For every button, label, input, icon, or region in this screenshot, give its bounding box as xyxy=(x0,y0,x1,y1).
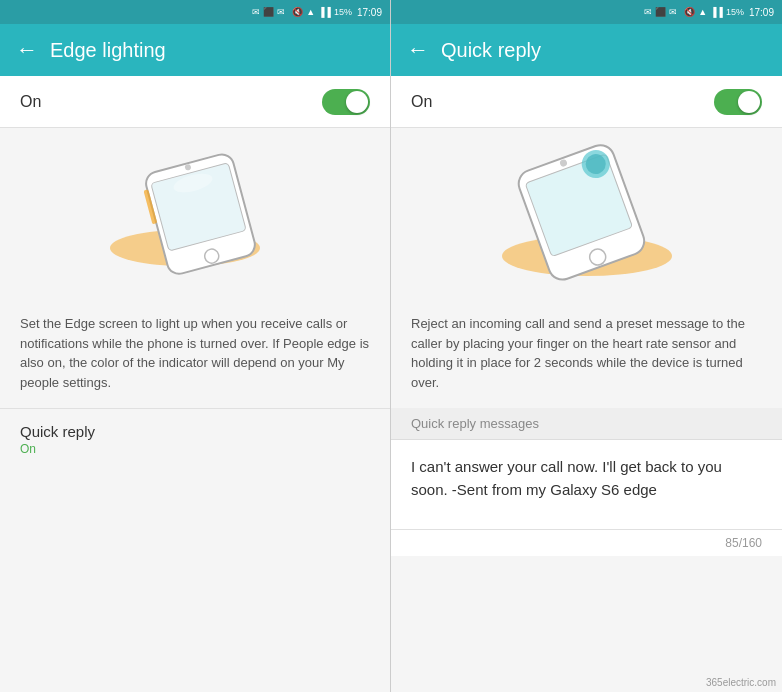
top-bar-1: ← Edge lighting xyxy=(0,24,390,76)
time-1: 17:09 xyxy=(357,7,382,18)
msg-icon: ✉ xyxy=(277,7,285,17)
toggle-row-2: On xyxy=(391,76,782,128)
quick-reply-nav-item[interactable]: Quick reply On xyxy=(0,409,390,462)
qr-message-text: I can't answer your call now. I'll get b… xyxy=(411,458,722,498)
quick-reply-panel: ✉ ⬛ ✉ 🔇 ▲ ▐▐ 15% 17:09 ← Quick reply On xyxy=(391,0,782,692)
page-title-2: Quick reply xyxy=(441,39,541,62)
mail-icon-2: ✉ xyxy=(644,7,652,17)
phone-svg-1 xyxy=(105,143,285,283)
time-2: 17:09 xyxy=(749,7,774,18)
signal-icon-2: ▐▐ xyxy=(710,7,723,17)
phone-illustration-2 xyxy=(391,128,782,298)
page-title-1: Edge lighting xyxy=(50,39,166,62)
back-button-1[interactable]: ← xyxy=(16,37,38,63)
status-bar-2: ✉ ⬛ ✉ 🔇 ▲ ▐▐ 15% 17:09 xyxy=(391,0,782,24)
mute-icon-2: 🔇 xyxy=(684,7,695,17)
wifi-icon-2: ▲ xyxy=(698,7,707,17)
msg-icon-2: ✉ xyxy=(669,7,677,17)
edge-lighting-panel: ✉ ⬛ ✉ 🔇 ▲ ▐▐ 15% 17:09 ← Edge lighting O… xyxy=(0,0,391,692)
qr-messages-label: Quick reply messages xyxy=(391,408,782,440)
description-area-1: Set the Edge screen to light up when you… xyxy=(0,298,390,408)
toggle-row-1: On xyxy=(0,76,390,128)
mute-icon-1: 🔇 xyxy=(292,7,303,17)
toggle-label-2: On xyxy=(411,93,432,111)
top-bar-2: ← Quick reply xyxy=(391,24,782,76)
gallery-icon-2: ⬛ xyxy=(655,7,666,17)
watermark: 365electric.com xyxy=(706,677,776,688)
status-icons-2: ✉ ⬛ ✉ 🔇 ▲ ▐▐ 15% 17:09 xyxy=(644,7,774,18)
battery-text-1: 15% xyxy=(334,7,352,17)
battery-text-2: 15% xyxy=(726,7,744,17)
quick-reply-item-title: Quick reply xyxy=(20,423,370,440)
back-button-2[interactable]: ← xyxy=(407,37,429,63)
description-text-1: Set the Edge screen to light up when you… xyxy=(20,314,370,392)
toggle-switch-2[interactable] xyxy=(714,89,762,115)
description-text-2: Reject an incoming call and send a prese… xyxy=(411,314,762,392)
quick-reply-item-sub: On xyxy=(20,442,370,456)
qr-message-content[interactable]: I can't answer your call now. I'll get b… xyxy=(391,440,782,530)
status-bar-1: ✉ ⬛ ✉ 🔇 ▲ ▐▐ 15% 17:09 xyxy=(0,0,390,24)
wifi-icon-1: ▲ xyxy=(306,7,315,17)
phone-svg-2 xyxy=(487,138,687,288)
toggle-label-1: On xyxy=(20,93,41,111)
char-count: 85/160 xyxy=(391,530,782,556)
status-icons-1: ✉ ⬛ ✉ 🔇 ▲ ▐▐ 15% 17:09 xyxy=(252,7,382,18)
toggle-switch-1[interactable] xyxy=(322,89,370,115)
description-area-2: Reject an incoming call and send a prese… xyxy=(391,298,782,408)
signal-icon-1: ▐▐ xyxy=(318,7,331,17)
mail-icon-1: ✉ xyxy=(252,7,260,17)
phone-illustration-1 xyxy=(0,128,390,298)
gallery-icon: ⬛ xyxy=(263,7,274,17)
